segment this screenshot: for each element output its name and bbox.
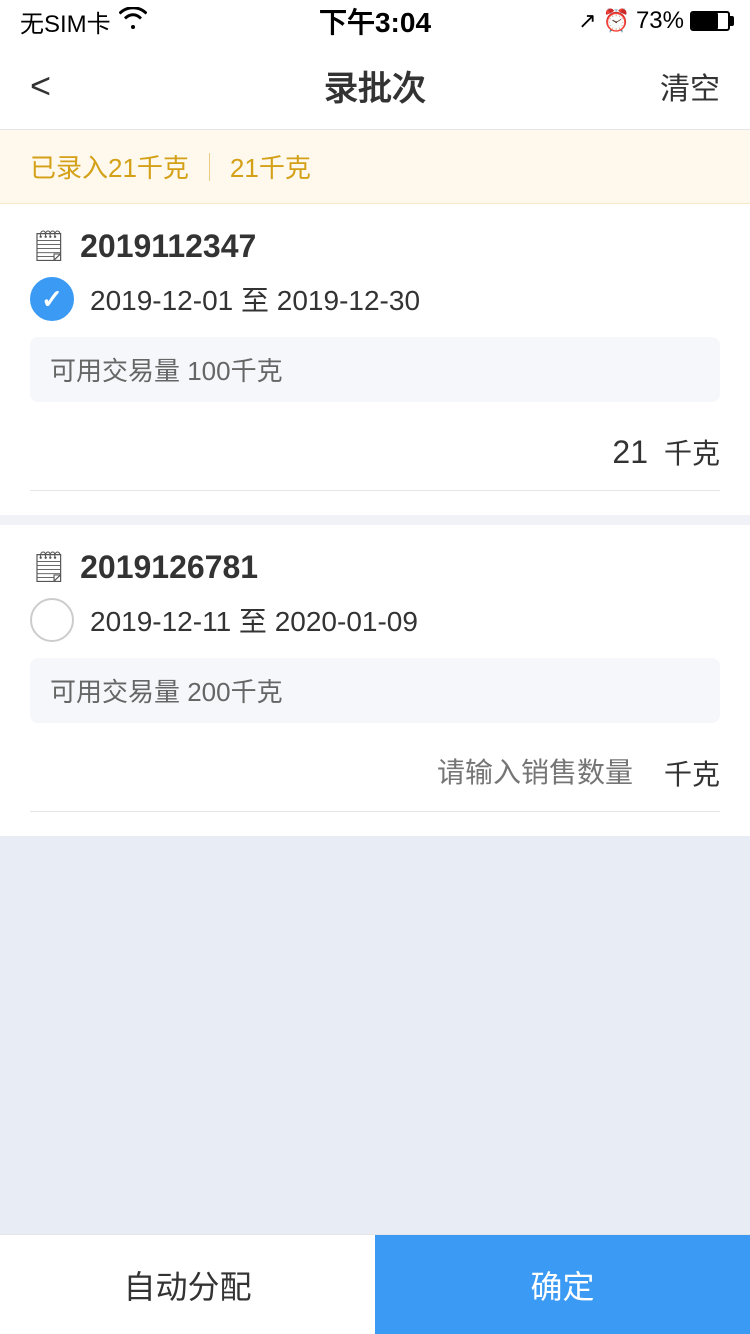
status-left: 无SIM卡 [20,4,147,39]
available-box-2: 可用交易量 200千克 [30,658,720,723]
carrier-label: 无SIM卡 [20,4,111,39]
batch-icon-2: 🗒 [30,550,68,585]
status-right: ↗ ⏰ 73% [578,7,730,35]
batch-header-1: 🗒 2019112347 [30,228,720,265]
confirm-button[interactable]: 确定 [375,1235,750,1334]
radio-unchecked-2[interactable] [30,598,74,642]
info-banner: 已录入21千克 21千克 [0,130,750,204]
batch-date-row-1: 2019-12-01 至 2019-12-30 [30,277,720,321]
empty-area [0,836,750,1276]
clear-button[interactable]: 清空 [660,64,720,108]
available-label-2: 可用交易量 200千克 [50,677,283,707]
location-icon: ↗ [578,8,596,34]
alarm-icon: ⏰ [603,8,630,34]
available-box-1: 可用交易量 100千克 [30,337,720,402]
batch-icon-1: 🗒 [30,229,68,264]
entered-label: 已录入21千克 [30,148,189,185]
batch-number-1: 2019112347 [80,228,256,265]
battery-percent: 73% [636,7,684,35]
batch-date-2: 2019-12-11 至 2020-01-09 [90,600,418,640]
quantity-input-row-2: 千克 [30,743,720,812]
batch-item-1: 🗒 2019112347 2019-12-01 至 2019-12-30 可用交… [0,204,750,515]
batch-item-2: 🗒 2019126781 2019-12-11 至 2020-01-09 可用交… [0,515,750,836]
page-title: 录批次 [324,61,426,110]
radio-checked-1[interactable] [30,277,74,321]
info-divider [209,153,210,181]
bottom-bar: 自动分配 确定 [0,1234,750,1334]
info-value: 21千克 [230,148,311,185]
available-label-1: 可用交易量 100千克 [50,356,283,386]
quantity-value-1: 21 [612,434,648,471]
auto-distribute-button[interactable]: 自动分配 [0,1235,375,1334]
quantity-input-2[interactable] [30,757,648,789]
battery-fill [692,13,718,29]
quantity-row-1: 21 千克 [30,422,720,491]
quantity-unit-label-2: 千克 [664,753,720,793]
status-bar: 无SIM卡 下午3:04 ↗ ⏰ 73% [0,0,750,42]
nav-bar: < 录批次 清空 [0,42,750,130]
batch-header-2: 🗒 2019126781 [30,549,720,586]
status-time: 下午3:04 [319,1,431,41]
batch-date-1: 2019-12-01 至 2019-12-30 [90,279,420,319]
batch-date-row-2: 2019-12-11 至 2020-01-09 [30,598,720,642]
wifi-icon [119,7,147,36]
battery-icon [690,11,730,31]
quantity-unit-1: 千克 [664,432,720,472]
batch-number-2: 2019126781 [80,549,258,586]
back-button[interactable]: < [30,65,90,107]
